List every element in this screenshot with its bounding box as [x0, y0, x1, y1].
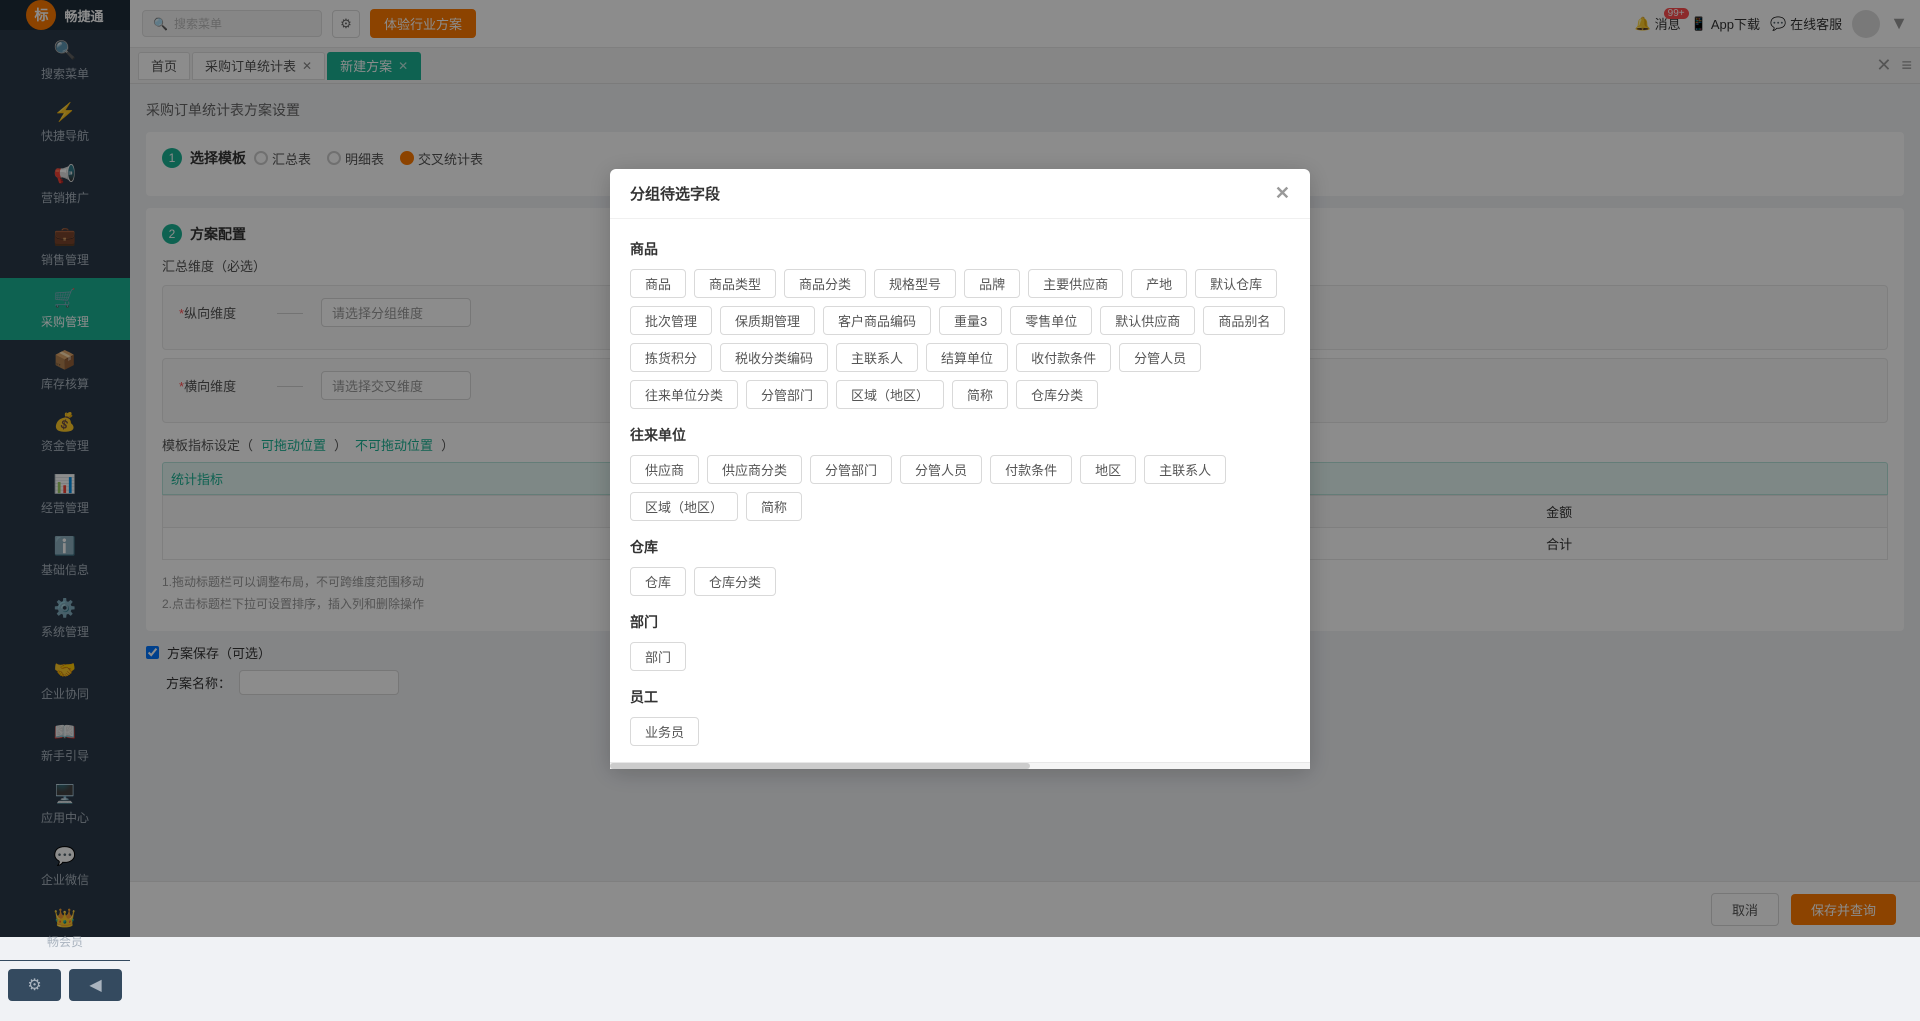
field-tag-1-0[interactable]: 供应商 [630, 455, 699, 484]
field-tag-0-23[interactable]: 区域（地区） [836, 380, 944, 409]
field-tag-0-24[interactable]: 简称 [952, 380, 1008, 409]
field-tag-0-7[interactable]: 默认仓库 [1195, 269, 1277, 298]
scrollbar-thumb [610, 763, 1030, 769]
field-selection-dialog: 分组待选字段 ✕ 商品商品商品类型商品分类规格型号品牌主要供应商产地默认仓库批次… [610, 169, 1310, 769]
field-tag-1-3[interactable]: 分管人员 [900, 455, 982, 484]
field-tag-0-3[interactable]: 规格型号 [874, 269, 956, 298]
field-tag-0-0[interactable]: 商品 [630, 269, 686, 298]
field-tag-2-1[interactable]: 仓库分类 [694, 567, 776, 596]
field-tag-0-22[interactable]: 分管部门 [746, 380, 828, 409]
section-grid-3: 部门 [630, 642, 1290, 671]
dialog-header: 分组待选字段 ✕ [610, 169, 1310, 219]
field-tag-0-18[interactable]: 结算单位 [926, 343, 1008, 372]
field-tag-0-8[interactable]: 批次管理 [630, 306, 712, 335]
dialog-title: 分组待选字段 [630, 183, 720, 204]
field-tag-4-0[interactable]: 业务员 [630, 717, 699, 746]
section-grid-1: 供应商供应商分类分管部门分管人员付款条件地区主联系人区域（地区） 简称 [630, 455, 1290, 521]
field-tag-0-17[interactable]: 主联系人 [836, 343, 918, 372]
field-tag-0-6[interactable]: 产地 [1131, 269, 1187, 298]
field-tag-0-20[interactable]: 分管人员 [1119, 343, 1201, 372]
horizontal-scrollbar[interactable] [610, 762, 1310, 769]
field-tag-1-1[interactable]: 供应商分类 [707, 455, 802, 484]
field-tag-0-4[interactable]: 品牌 [964, 269, 1020, 298]
field-tag-0-14[interactable]: 商品别名 [1203, 306, 1285, 335]
field-tag-1-6[interactable]: 主联系人 [1144, 455, 1226, 484]
field-tag-1-7[interactable]: 区域（地区） [630, 492, 738, 521]
field-tag-1-8[interactable]: 简称 [746, 492, 802, 521]
field-tag-0-12[interactable]: 零售单位 [1010, 306, 1092, 335]
section-title-3: 部门 [630, 612, 1290, 632]
field-tag-0-19[interactable]: 收付款条件 [1016, 343, 1111, 372]
field-tag-0-1[interactable]: 商品类型 [694, 269, 776, 298]
section-grid-4: 业务员 [630, 717, 1290, 746]
dialog-close-button[interactable]: ✕ [1275, 183, 1290, 204]
field-tag-0-16[interactable]: 税收分类编码 [720, 343, 828, 372]
section-title-1: 往来单位 [630, 425, 1290, 445]
field-tag-0-2[interactable]: 商品分类 [784, 269, 866, 298]
section-grid-0: 商品商品类型商品分类规格型号品牌主要供应商产地默认仓库批次管理保质期管理客户商品… [630, 269, 1290, 409]
field-tag-0-13[interactable]: 默认供应商 [1100, 306, 1195, 335]
field-tag-1-4[interactable]: 付款条件 [990, 455, 1072, 484]
dialog-body: 商品商品商品类型商品分类规格型号品牌主要供应商产地默认仓库批次管理保质期管理客户… [610, 219, 1310, 762]
field-tag-0-15[interactable]: 拣货积分 [630, 343, 712, 372]
field-tag-1-2[interactable]: 分管部门 [810, 455, 892, 484]
field-tag-0-25[interactable]: 仓库分类 [1016, 380, 1098, 409]
field-tag-0-11[interactable]: 重量3 [939, 306, 1002, 335]
field-tag-0-10[interactable]: 客户商品编码 [823, 306, 931, 335]
section-title-0: 商品 [630, 239, 1290, 259]
field-tag-3-0[interactable]: 部门 [630, 642, 686, 671]
field-tag-1-5[interactable]: 地区 [1080, 455, 1136, 484]
field-tag-0-5[interactable]: 主要供应商 [1028, 269, 1123, 298]
dialog-overlay: 分组待选字段 ✕ 商品商品商品类型商品分类规格型号品牌主要供应商产地默认仓库批次… [0, 0, 1920, 937]
field-tag-0-9[interactable]: 保质期管理 [720, 306, 815, 335]
field-tag-0-21[interactable]: 往来单位分类 [630, 380, 738, 409]
section-title-4: 员工 [630, 687, 1290, 707]
section-grid-2: 仓库仓库分类 [630, 567, 1290, 596]
section-title-2: 仓库 [630, 537, 1290, 557]
field-tag-2-0[interactable]: 仓库 [630, 567, 686, 596]
